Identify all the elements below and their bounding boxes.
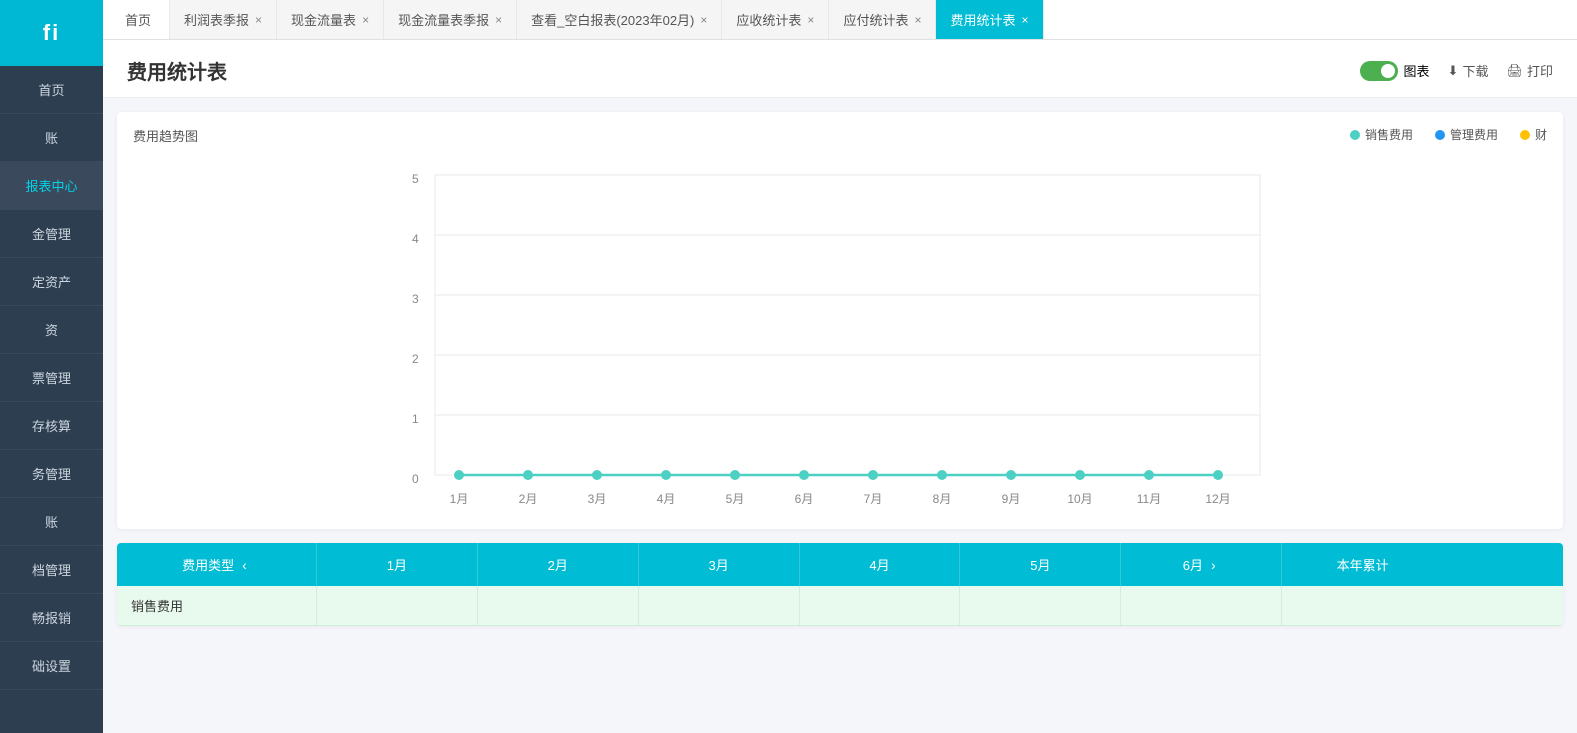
close-cashflow[interactable]: × [362,13,369,27]
sidebar-item-inventory[interactable]: 存核算 [0,402,103,450]
th-m3: 3月 [639,543,800,586]
chart-container: 5 4 3 2 1 0 1月 2月 [133,155,1547,515]
tab-cashflow-quarter[interactable]: 现金流量表季报 × [384,0,517,39]
table-row: 销售费用 [117,586,1563,626]
svg-text:2: 2 [412,352,419,366]
td-m6 [1121,586,1282,625]
tab-expense[interactable]: 费用统计表 × [936,0,1043,39]
td-m1 [317,586,478,625]
th-type: 费用类型 ‹ [117,543,317,586]
table-section: 费用类型 ‹ 1月 2月 3月 4月 5月 6月 › 本年累计 销售费用 [117,543,1563,626]
svg-text:4月: 4月 [657,492,676,506]
svg-text:7月: 7月 [864,492,883,506]
legend-admin: 管理费用 [1435,126,1498,143]
tab-cashflow[interactable]: 现金流量表 × [277,0,384,39]
svg-text:4: 4 [412,232,419,246]
table-header: 费用类型 ‹ 1月 2月 3月 4月 5月 6月 › 本年累计 [117,543,1563,586]
th-m2: 2月 [478,543,639,586]
page-header: 费用统计表 图表 ⬇ 下载 🖨 打印 [103,40,1577,98]
td-m2 [478,586,639,625]
th-m1: 1月 [317,543,478,586]
close-expense[interactable]: × [1021,13,1028,27]
svg-text:10月: 10月 [1067,492,1092,506]
sidebar-item-fund-mgmt[interactable]: 金管理 [0,210,103,258]
tab-profit-quarter[interactable]: 利润表季报 × [170,0,277,39]
legend-dot-admin [1435,130,1445,140]
chart-legend: 销售费用 管理费用 财 [1350,126,1547,143]
chart-toggle-wrap[interactable]: 图表 [1360,61,1430,81]
chart-title: 费用趋势图 [133,126,198,145]
svg-text:0: 0 [412,472,419,486]
close-profit-quarter[interactable]: × [255,13,262,27]
sidebar-item-service-mgmt[interactable]: 务管理 [0,450,103,498]
tab-home[interactable]: 首页 [107,0,170,39]
th-m6: 6月 › [1121,543,1282,586]
page-content: 费用统计表 图表 ⬇ 下载 🖨 打印 费用趋势图 [103,40,1577,733]
td-ytd [1282,586,1443,625]
sidebar-item-basic-settings[interactable]: 础设置 [0,642,103,690]
legend-dot-sales [1350,130,1360,140]
sidebar: fi 首页 账 报表中心 金管理 定资产 资 票管理 存核算 务管理 账 档管理… [0,0,103,733]
svg-text:5月: 5月 [726,492,745,506]
next-month-arrow[interactable]: › [1207,557,1220,573]
print-button[interactable]: 🖨 打印 [1506,61,1553,80]
legend-sales: 销售费用 [1350,126,1413,143]
td-m4 [800,586,961,625]
td-type: 销售费用 [117,586,317,625]
prev-month-arrow[interactable]: ‹ [238,557,251,573]
svg-text:3: 3 [412,292,419,306]
tab-receivable[interactable]: 应收统计表 × [722,0,829,39]
svg-text:12月: 12月 [1205,492,1230,506]
print-icon: 🖨 [1506,63,1523,79]
th-ytd: 本年累计 [1282,543,1443,586]
sidebar-item-archive[interactable]: 档管理 [0,546,103,594]
sidebar-item-ticket-mgmt[interactable]: 票管理 [0,354,103,402]
svg-text:8月: 8月 [933,492,952,506]
svg-text:9月: 9月 [1002,492,1021,506]
page-title: 费用统计表 [127,56,227,85]
close-payable[interactable]: × [914,13,921,27]
td-m5 [960,586,1121,625]
legend-finance: 财 [1520,126,1547,143]
sidebar-item-account[interactable]: 账 [0,114,103,162]
download-icon: ⬇ [1448,63,1459,79]
sidebar-item-resource[interactable]: 资 [0,306,103,354]
trend-chart: 5 4 3 2 1 0 1月 2月 [133,155,1547,515]
sidebar-logo: fi [0,0,103,66]
svg-text:5: 5 [412,172,419,186]
main-area: 首页 利润表季报 × 现金流量表 × 现金流量表季报 × 查看_空白报表(202… [103,0,1577,733]
th-m5: 5月 [960,543,1121,586]
download-button[interactable]: ⬇ 下载 [1448,61,1489,80]
svg-text:1月: 1月 [450,492,469,506]
chart-toggle[interactable] [1360,61,1398,81]
sidebar-item-home[interactable]: 首页 [0,66,103,114]
td-m3 [639,586,800,625]
legend-dot-finance [1520,130,1530,140]
header-actions: 图表 ⬇ 下载 🖨 打印 [1360,61,1553,81]
close-blank-report[interactable]: × [700,13,707,27]
svg-text:1: 1 [412,412,419,426]
sidebar-item-ledger[interactable]: 账 [0,498,103,546]
th-m4: 4月 [800,543,961,586]
tab-bar: 首页 利润表季报 × 现金流量表 × 现金流量表季报 × 查看_空白报表(202… [103,0,1577,40]
sidebar-item-clearance[interactable]: 畅报销 [0,594,103,642]
svg-text:2月: 2月 [519,492,538,506]
svg-text:6月: 6月 [795,492,814,506]
sidebar-item-report-center[interactable]: 报表中心 [0,162,103,210]
chart-toggle-label: 图表 [1404,61,1430,80]
close-cashflow-quarter[interactable]: × [495,13,502,27]
tab-blank-report[interactable]: 查看_空白报表(2023年02月) × [517,0,722,39]
chart-section: 费用趋势图 销售费用 管理费用 财 [117,112,1563,529]
tab-payable[interactable]: 应付统计表 × [829,0,936,39]
sidebar-item-fixed-assets[interactable]: 定资产 [0,258,103,306]
svg-text:3月: 3月 [588,492,607,506]
close-receivable[interactable]: × [807,13,814,27]
svg-text:11月: 11月 [1137,492,1161,506]
